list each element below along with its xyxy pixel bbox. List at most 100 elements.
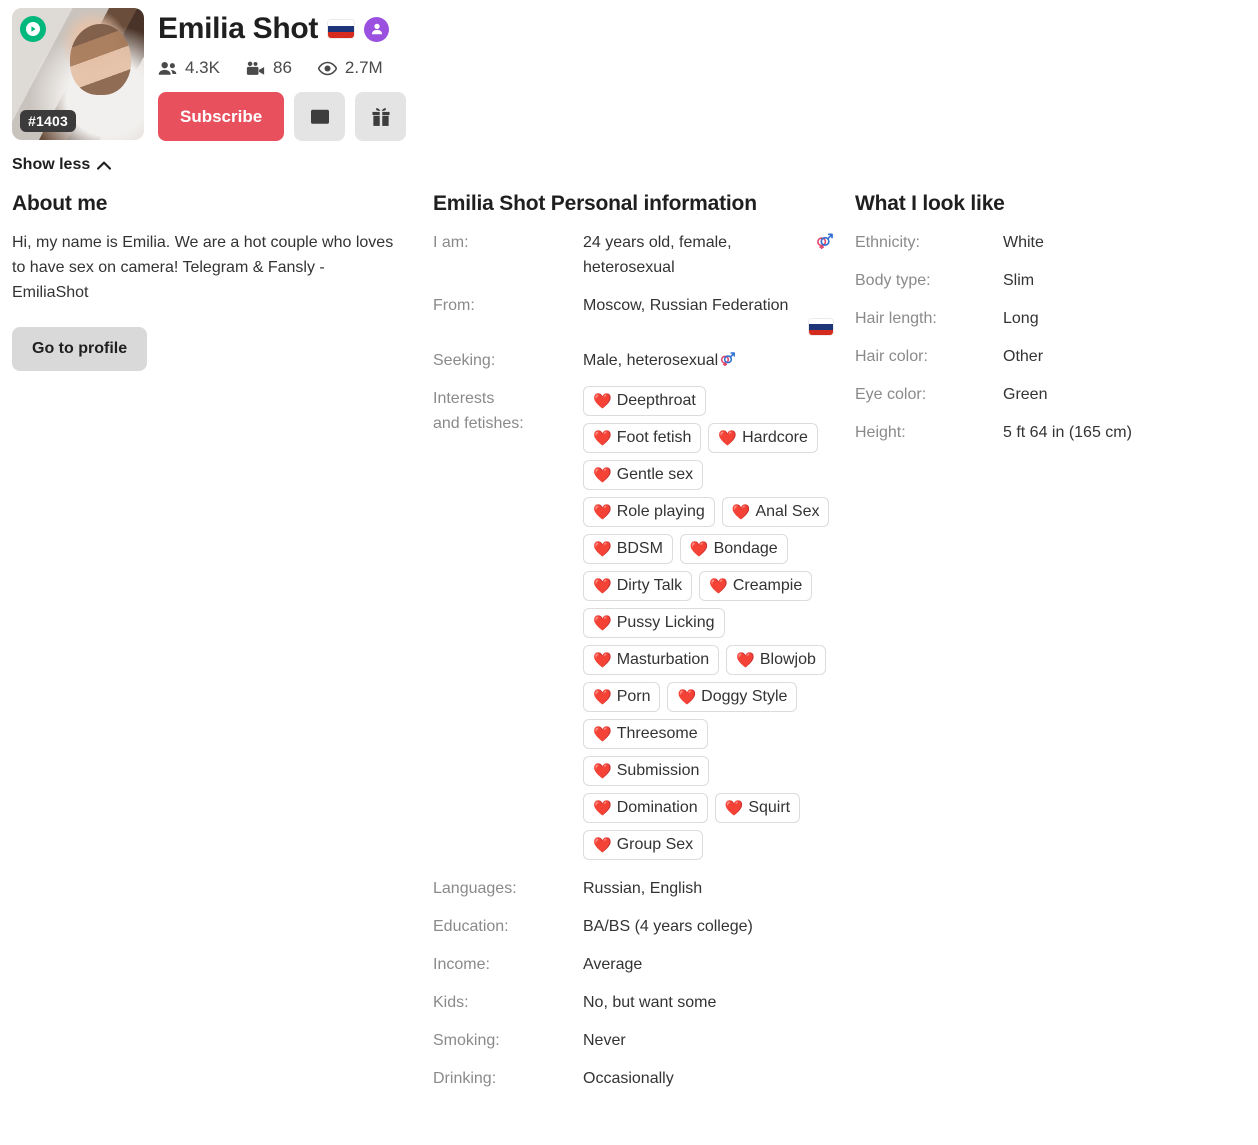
interest-tag[interactable]: ❤️ Blowjob <box>726 645 826 675</box>
interest-tag[interactable]: ❤️ Domination <box>583 793 708 823</box>
interest-tag-label: Threesome <box>616 725 698 742</box>
views-eye-icon <box>317 61 337 75</box>
interest-tag[interactable]: ❤️ Doggy Style <box>667 682 798 712</box>
go-to-profile-button[interactable]: Go to profile <box>12 327 148 371</box>
info-label: I am: <box>433 234 469 251</box>
interest-tag[interactable]: ❤️ Masturbation <box>583 645 720 675</box>
info-value: Russian, English <box>583 880 703 897</box>
gift-icon <box>372 107 390 126</box>
interest-tag[interactable]: ❤️ Foot fetish <box>583 423 702 453</box>
interest-tag-label: Squirt <box>748 799 791 816</box>
show-less-toggle[interactable]: Show less <box>12 156 112 174</box>
info-value: Moscow, Russian Federation <box>583 297 789 314</box>
looks-value: 5 ft 64 in (165 cm) <box>1003 424 1132 441</box>
followers-icon <box>158 61 177 75</box>
hetero-symbol-icon <box>721 352 736 367</box>
envelope-icon <box>310 109 329 124</box>
heart-icon: ❤️ <box>593 836 612 854</box>
personal-information-title: Emilia Shot Personal information <box>433 192 757 215</box>
interest-tag[interactable]: ❤️ Bondage <box>679 534 788 564</box>
interest-tag[interactable]: ❤️ Group Sex <box>583 830 704 860</box>
verified-user-icon[interactable] <box>364 16 390 42</box>
looks-table: Ethnicity: White Body type: Slim Hair length… <box>855 230 1235 445</box>
info-row: Income: Average <box>433 952 833 977</box>
info-label: Seeking: <box>433 352 496 369</box>
looks-label: Body type: <box>855 272 931 289</box>
avatar[interactable]: #1403 <box>12 8 144 140</box>
interest-tag-label: Anal Sex <box>755 503 820 520</box>
interest-tag-label: BDSM <box>616 540 663 557</box>
looks-value: White <box>1003 234 1044 251</box>
interest-tag-label: Submission <box>616 762 700 779</box>
about-me-title: About me <box>12 192 108 215</box>
looks-label: Height: <box>855 424 906 441</box>
info-value: 24 years old, female, heterosexual <box>583 234 732 276</box>
interest-tag[interactable]: ❤️ Dirty Talk <box>583 571 693 601</box>
info-row: Drinking: Occasionally <box>433 1066 833 1091</box>
info-value: Average <box>583 956 643 973</box>
interest-tag[interactable]: ❤️ Submission <box>583 756 710 786</box>
interest-tag-label: Porn <box>616 688 651 705</box>
interest-tag-label: Dirty Talk <box>616 577 683 594</box>
interest-tag[interactable]: ❤️ Role playing <box>583 497 715 527</box>
interest-tag[interactable]: ❤️ Gentle sex <box>583 460 704 490</box>
interest-tag[interactable]: ❤️ Pussy Licking <box>583 608 725 638</box>
heart-icon: ❤️ <box>593 466 612 484</box>
looks-row: Eye color: Green <box>855 382 1235 407</box>
info-row-i-am: I am: 24 years old, female, heterosexual <box>433 230 833 280</box>
personal-information-section: Emilia Shot Personal information I am: 2… <box>433 192 833 1104</box>
interest-tag[interactable]: ❤️ BDSM <box>583 534 673 564</box>
heart-icon: ❤️ <box>593 725 612 743</box>
stat-followers-value: 4.3K <box>185 58 220 77</box>
info-row-seeking: Seeking: Male, heterosexual <box>433 348 833 373</box>
looks-value: Slim <box>1003 272 1035 289</box>
personal-info-table: I am: 24 years old, female, heterosexual… <box>433 230 833 1091</box>
interest-tag[interactable]: ❤️ Hardcore <box>708 423 818 453</box>
interest-tag[interactable]: ❤️ Squirt <box>714 793 801 823</box>
heart-icon: ❤️ <box>593 688 612 706</box>
interest-tag-label: Masturbation <box>616 651 710 668</box>
interests-label-line1: Interests <box>433 390 495 407</box>
interest-tag-label: Domination <box>616 799 698 816</box>
info-label: Kids: <box>433 994 469 1011</box>
heart-icon: ❤️ <box>593 503 612 521</box>
interest-tag-label: Role playing <box>616 503 705 520</box>
rank-badge: #1403 <box>20 110 76 132</box>
stat-videos-value: 86 <box>272 58 292 77</box>
heart-icon: ❤️ <box>709 577 728 595</box>
interest-tag-label: Blowjob <box>759 651 816 668</box>
interest-tag[interactable]: ❤️ Creampie <box>699 571 813 601</box>
page-title: Emilia Shot <box>158 12 319 45</box>
gift-button[interactable] <box>355 92 407 141</box>
interest-tag[interactable]: ❤️ Deepthroat <box>583 386 706 416</box>
looks-value: Long <box>1003 310 1039 327</box>
what-i-look-like-title: What I look like <box>855 192 1005 215</box>
russia-flag-icon <box>328 20 355 38</box>
interest-tag-label: Foot fetish <box>616 429 692 446</box>
interests-label: Interests and fetishes: <box>433 386 583 436</box>
heart-icon: ❤️ <box>677 688 697 706</box>
heart-icon: ❤️ <box>593 799 612 817</box>
heart-icon: ❤️ <box>593 540 612 558</box>
interest-tag-label: Hardcore <box>742 429 808 446</box>
interest-tag-label: Doggy Style <box>701 688 788 705</box>
info-row: Languages: Russian, English <box>433 876 833 901</box>
info-label: Education: <box>433 918 509 935</box>
stat-videos: 86 <box>246 58 292 78</box>
interest-tag-label: Deepthroat <box>616 392 696 409</box>
interest-tag[interactable]: ❤️ Threesome <box>583 719 708 749</box>
message-button[interactable] <box>294 92 346 141</box>
looks-row: Ethnicity: White <box>855 230 1235 255</box>
interest-tag-label: Group Sex <box>616 836 694 853</box>
looks-row: Height: 5 ft 64 in (165 cm) <box>855 420 1235 445</box>
subscribe-button[interactable]: Subscribe <box>158 92 285 141</box>
info-label: From: <box>433 297 475 314</box>
play-circle-icon[interactable] <box>20 16 46 42</box>
interest-tag-label: Gentle sex <box>616 466 694 483</box>
interest-tag[interactable]: ❤️ Porn <box>583 682 661 712</box>
looks-row: Hair length: Long <box>855 306 1235 331</box>
interest-tag-label: Bondage <box>713 540 778 557</box>
stat-followers: 4.3K <box>158 58 220 78</box>
interest-tag[interactable]: ❤️ Anal Sex <box>721 497 830 527</box>
profile-header-right: Emilia Shot 4.3K 86 2.7M Subscribe <box>158 8 407 141</box>
